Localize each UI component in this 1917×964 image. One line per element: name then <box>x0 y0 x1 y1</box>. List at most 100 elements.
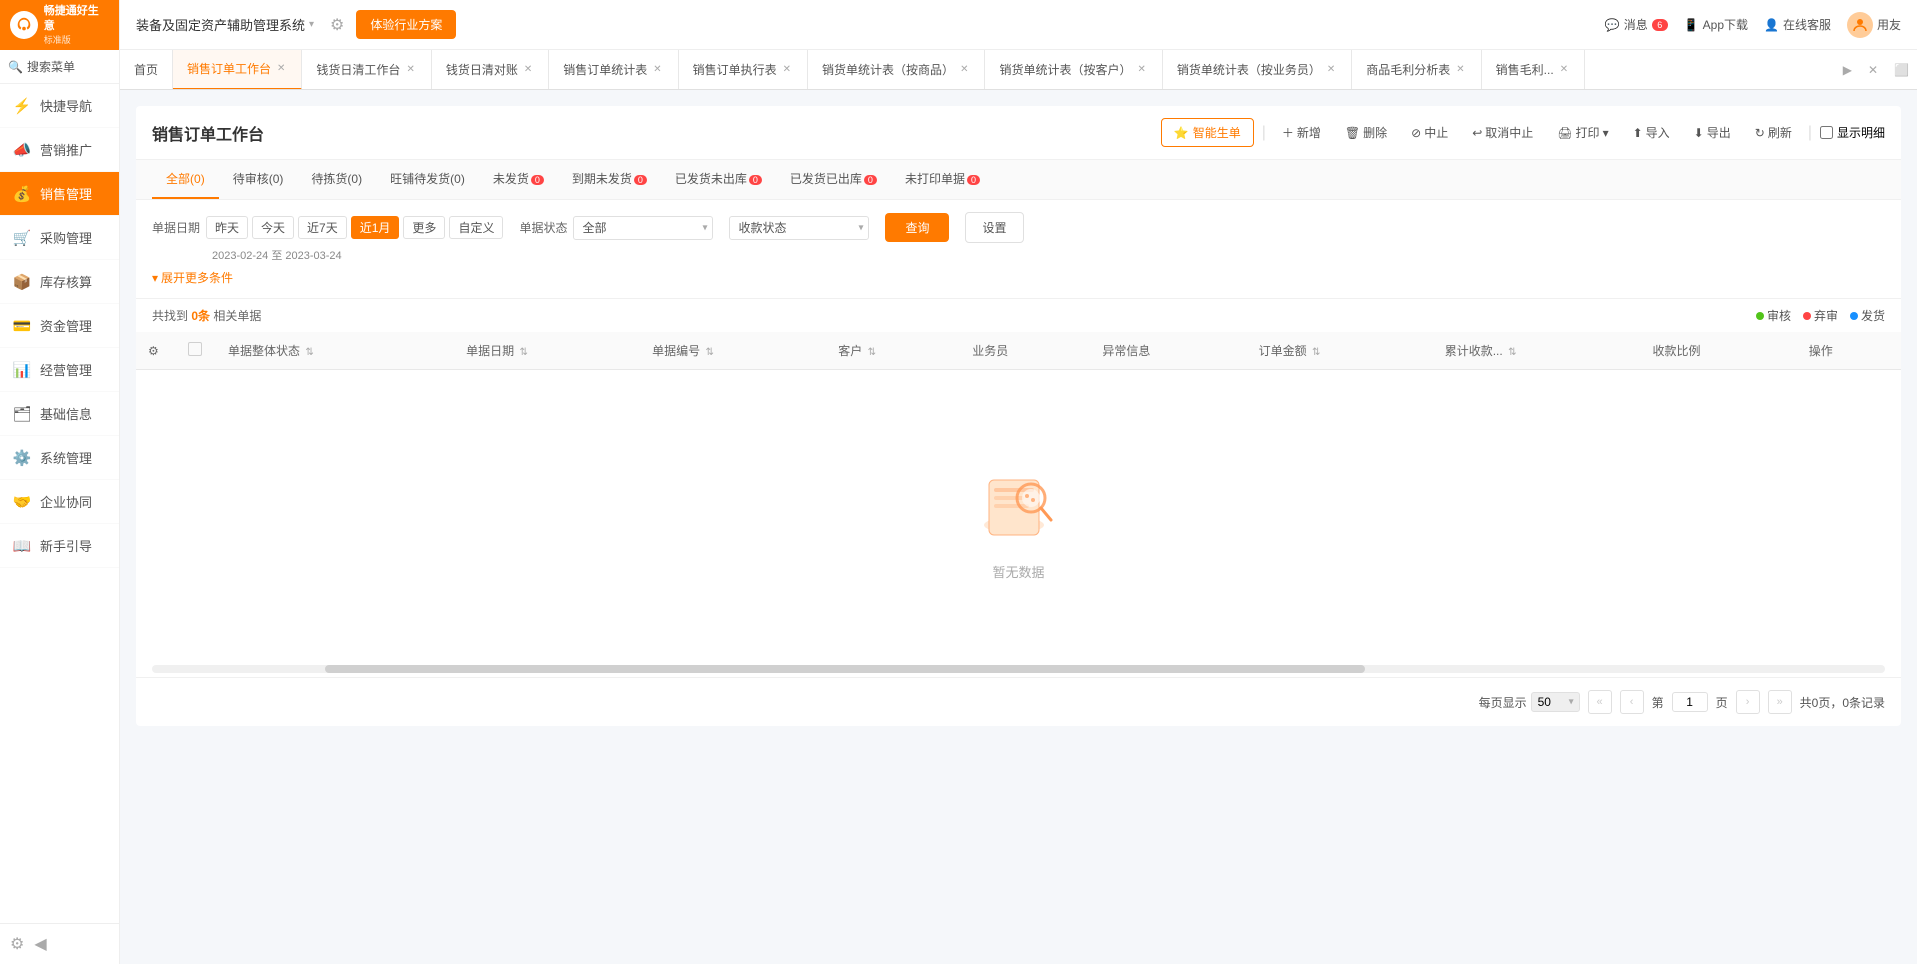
tab-close-sales-order[interactable]: ✕ <box>275 62 287 75</box>
tab-scroll-right-btn[interactable]: ▶ <box>1835 50 1860 90</box>
sidebar-item-quick-nav[interactable]: ⚡ 快捷导航 <box>0 84 119 128</box>
tab-reconcile[interactable]: 钱货日清对账 ✕ <box>432 50 549 90</box>
cancel-audit-btn[interactable]: 弃审 <box>1803 307 1838 324</box>
star-icon: ⭐ <box>1174 126 1189 140</box>
sidebar-settings-btn[interactable]: ⚙ <box>10 934 24 954</box>
sort-no-icon[interactable]: ⇅ <box>706 347 714 358</box>
tab-sales-order-workbench[interactable]: 销售订单工作台 ✕ <box>173 50 302 90</box>
tab-sales-by-product[interactable]: 销货单统计表（按商品） ✕ <box>808 50 985 90</box>
suspend-btn[interactable]: ⊘ 中止 <box>1403 120 1456 145</box>
tab-order-exec[interactable]: 销售订单执行表 ✕ <box>679 50 808 90</box>
query-btn[interactable]: 查询 <box>885 213 949 242</box>
tab-close-sales-margin[interactable]: ✕ <box>1558 63 1570 76</box>
filter-expand-row: ▾ 展开更多条件 <box>152 269 1885 286</box>
tab-sales-by-salesman[interactable]: 销货单统计表（按业务员） ✕ <box>1163 50 1352 90</box>
ship-btn[interactable]: 发货 <box>1850 307 1885 324</box>
sort-amount-icon[interactable]: ⇅ <box>1312 347 1320 358</box>
tab-maximize-btn[interactable]: ⬜ <box>1886 50 1917 90</box>
tab-close-sales-by-product[interactable]: ✕ <box>958 63 970 76</box>
expand-btn[interactable]: ▾ 展开更多条件 <box>152 269 1885 286</box>
online-service-btn[interactable]: 👤 在线客服 <box>1764 16 1831 33</box>
horizontal-scrollbar[interactable] <box>136 661 1901 677</box>
delete-btn[interactable]: 🗑 删除 <box>1337 120 1395 145</box>
tab-close-sales-by-customer[interactable]: ✕ <box>1135 63 1147 76</box>
print-btn[interactable]: 🖨 打印 ▾ <box>1549 120 1616 145</box>
per-page-select[interactable]: 10 20 50 100 <box>1531 692 1580 712</box>
sidebar-item-purchase[interactable]: 🛒 采购管理 <box>0 216 119 260</box>
sidebar-search[interactable]: 🔍 搜索菜单 <box>0 50 119 84</box>
refresh-btn[interactable]: ↻ 刷新 <box>1747 120 1800 145</box>
go-last-btn[interactable]: » <box>1768 690 1792 714</box>
date-btn-7days[interactable]: 近7天 <box>298 216 347 239</box>
sidebar-item-sales[interactable]: 💰 销售管理 <box>0 172 119 216</box>
sub-tab-shipped-out[interactable]: 已发货已出库0 <box>776 160 891 199</box>
tab-home[interactable]: 首页 <box>120 50 173 90</box>
page-input[interactable] <box>1672 692 1708 712</box>
sub-tab-pending-pick[interactable]: 待拣货(0) <box>297 160 376 199</box>
tab-margin-analysis[interactable]: 商品毛利分析表 ✕ <box>1352 50 1481 90</box>
experience-btn[interactable]: 体验行业方案 <box>356 10 456 39</box>
export-btn[interactable]: ⬇ 导出 <box>1686 120 1739 145</box>
add-btn[interactable]: ＋ 新增 <box>1274 120 1329 145</box>
sub-tab-unshipped[interactable]: 未发货0 <box>479 160 558 199</box>
sidebar-item-system[interactable]: ⚙️ 系统管理 <box>0 436 119 480</box>
sub-tab-pending-audit[interactable]: 待审核(0) <box>219 160 298 199</box>
sidebar-collapse-btn[interactable]: ◀ <box>34 934 46 954</box>
import-btn[interactable]: ⬆ 导入 <box>1625 120 1678 145</box>
tab-close-daily-clear[interactable]: ✕ <box>404 63 416 76</box>
scrollbar-thumb[interactable] <box>325 665 1365 673</box>
date-filter: 单据日期 昨天 今天 近7天 近1月 更多 自定义 <box>152 216 503 239</box>
system-icon: ⚙️ <box>12 449 32 467</box>
date-btn-today[interactable]: 今天 <box>252 216 294 239</box>
date-btn-1month[interactable]: 近1月 <box>351 216 400 239</box>
tab-sales-margin[interactable]: 销售毛利... ✕ <box>1482 50 1585 90</box>
audit-btn[interactable]: 审核 <box>1756 307 1791 324</box>
date-btn-yesterday[interactable]: 昨天 <box>206 216 248 239</box>
show-detail-toggle[interactable]: 显示明细 <box>1820 124 1885 141</box>
sub-tab-all[interactable]: 全部(0) <box>152 160 219 199</box>
go-first-btn[interactable]: « <box>1588 690 1612 714</box>
show-detail-checkbox[interactable] <box>1820 126 1833 139</box>
app-download-btn[interactable]: 📱 App下载 <box>1684 16 1748 33</box>
collection-select[interactable]: 收款状态 <box>729 216 869 240</box>
tab-close-sales-by-salesman[interactable]: ✕ <box>1325 63 1337 76</box>
go-next-btn[interactable]: › <box>1736 690 1760 714</box>
select-all-checkbox[interactable] <box>188 342 202 356</box>
settings-col-icon[interactable]: ⚙ <box>148 344 159 358</box>
sidebar-item-marketing[interactable]: 📣 营销推广 <box>0 128 119 172</box>
sidebar-item-basic[interactable]: 🗂 基础信息 <box>0 392 119 436</box>
message-btn[interactable]: 💬 消息 6 <box>1605 16 1668 33</box>
tab-sales-by-customer[interactable]: 销货单统计表（按客户） ✕ <box>985 50 1162 90</box>
sidebar-item-enterprise[interactable]: 🤝 企业协同 <box>0 480 119 524</box>
settings-btn[interactable]: 设置 <box>965 212 1023 243</box>
sidebar-item-operations[interactable]: 📊 经营管理 <box>0 348 119 392</box>
sort-customer-icon[interactable]: ⇅ <box>868 347 876 358</box>
status-select[interactable]: 全部 <box>573 216 713 240</box>
sub-tab-wangpu-ship[interactable]: 旺铺待发货(0) <box>376 160 479 199</box>
date-btn-more[interactable]: 更多 <box>403 216 445 239</box>
smart-create-btn[interactable]: ⭐ 智能生单 <box>1161 118 1254 147</box>
sub-tab-unprinted[interactable]: 未打印单据0 <box>891 160 994 199</box>
sort-status-icon[interactable]: ⇅ <box>305 347 313 358</box>
th-collected: 累计收款... ⇅ <box>1433 332 1641 370</box>
tab-close-all-btn[interactable]: ✕ <box>1860 50 1886 90</box>
tab-close-order-stats[interactable]: ✕ <box>651 63 663 76</box>
sidebar-item-finance[interactable]: 💳 资金管理 <box>0 304 119 348</box>
per-page-selector: 每页显示 10 20 50 100 <box>1479 692 1580 712</box>
user-menu-btn[interactable]: 用友 <box>1847 12 1901 38</box>
tab-daily-clear[interactable]: 钱货日清工作台 ✕ <box>302 50 431 90</box>
sidebar-item-tutorial[interactable]: 📖 新手引导 <box>0 524 119 568</box>
go-prev-btn[interactable]: ‹ <box>1620 690 1644 714</box>
tab-close-reconcile[interactable]: ✕ <box>522 63 534 76</box>
sort-collected-icon[interactable]: ⇅ <box>1508 347 1516 358</box>
sidebar-item-inventory[interactable]: 📦 库存核算 <box>0 260 119 304</box>
sub-tab-shipped-not-out[interactable]: 已发货未出库0 <box>661 160 776 199</box>
tab-order-stats[interactable]: 销售订单统计表 ✕ <box>549 50 678 90</box>
date-btn-custom[interactable]: 自定义 <box>449 216 503 239</box>
tab-close-margin-analysis[interactable]: ✕ <box>1454 63 1466 76</box>
topbar-settings-icon[interactable]: ⚙ <box>330 15 344 35</box>
sort-date-icon[interactable]: ⇅ <box>519 347 527 358</box>
sub-tab-overdue-unshipped[interactable]: 到期未发货0 <box>558 160 661 199</box>
tab-close-order-exec[interactable]: ✕ <box>781 63 793 76</box>
cancel-suspend-btn[interactable]: ↩ 取消中止 <box>1464 120 1541 145</box>
